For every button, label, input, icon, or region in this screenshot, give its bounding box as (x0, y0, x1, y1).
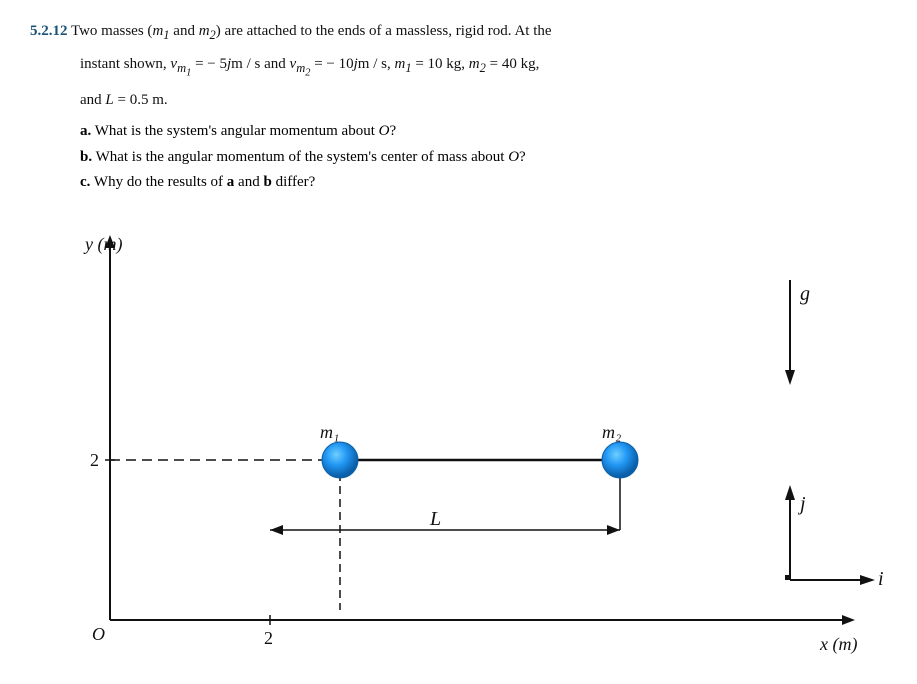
qa-line: a. What is the system's angular momentum… (80, 119, 887, 145)
instant-shown: instant shown, (80, 56, 170, 72)
i-label: i (878, 568, 884, 590)
qb-line: b. What is the angular momentum of the s… (80, 145, 887, 171)
and2: and (264, 56, 289, 72)
origin-label: O (92, 624, 105, 644)
qc-text: Why do the results of a and b differ? (94, 174, 315, 190)
qa-text: What is the system's angular momentum ab… (95, 123, 396, 139)
m2-diagram-label: m₂ (602, 422, 621, 442)
diagram-svg: y (m) x (m) O 2 2 (30, 220, 890, 660)
intro-text: Two masses ( (71, 23, 152, 39)
intro-end: ) are attached to the ends of a massless… (216, 23, 552, 39)
L-text: and L = 0.5 m. (80, 92, 168, 108)
qc-label: c. (80, 174, 90, 190)
x-tick-2: 2 (264, 628, 273, 648)
j-label: j (797, 493, 806, 515)
v-m1-sub: m1 (177, 61, 191, 75)
problem-number: 5.2.12 (30, 23, 68, 39)
qc-line: c. Why do the results of a and b differ? (80, 170, 887, 196)
v-m2-sub: m2 (296, 61, 310, 75)
diagram-area: y (m) x (m) O 2 2 (30, 220, 890, 660)
m2-val: m2 = 40 kg, (469, 56, 540, 72)
problem-line3: and L = 0.5 m. (80, 89, 887, 112)
g-label: g (800, 283, 810, 305)
L-label: L (429, 508, 441, 530)
problem-line2: instant shown, vm1 = − 5jm / s and vm2 =… (80, 53, 887, 81)
eq1: = − 5jm / s (191, 56, 260, 72)
page-container: 5.2.12 Two masses (m1 and m2) are attach… (0, 0, 917, 684)
sub-questions: a. What is the system's angular momentum… (80, 119, 887, 196)
m1-label: m (152, 23, 163, 39)
problem-text: 5.2.12 Two masses (m1 and m2) are attach… (30, 20, 887, 45)
qa-label: a. (80, 123, 91, 139)
and-text: and (173, 23, 198, 39)
m1-val: m1 = 10 kg, (394, 56, 465, 72)
m1-diagram-label: m₁ (320, 422, 339, 442)
x-axis-label: x (m) (819, 634, 857, 655)
eq2: = − 10jm / s, (310, 56, 390, 72)
qb-text: What is the angular momentum of the syst… (96, 149, 526, 165)
qb-label: b. (80, 149, 92, 165)
m2-label: m (199, 23, 210, 39)
y-axis-label: y (m) (83, 234, 122, 255)
y-tick-2: 2 (90, 450, 99, 470)
m1-sub: 1 (163, 28, 169, 42)
